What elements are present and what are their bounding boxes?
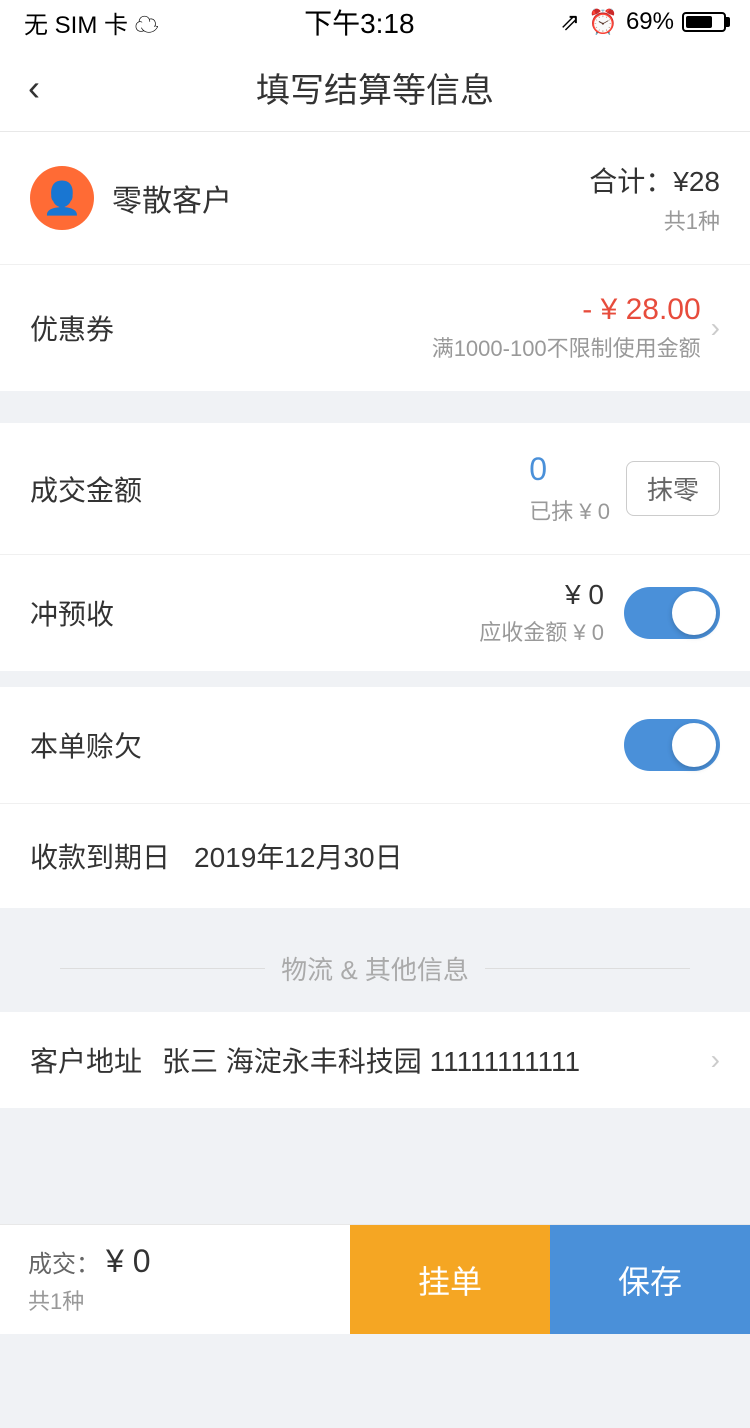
avatar-icon: 👤 xyxy=(42,179,82,217)
sim-label: 无 SIM 卡 ☁ xyxy=(24,5,159,40)
address-label: 客户地址 xyxy=(30,1040,142,1080)
total-count: 共1种 xyxy=(589,204,720,236)
bottom-info: 成交： ¥ 0 共1种 xyxy=(0,1225,350,1334)
debt-row: 本单赊欠 xyxy=(0,687,750,803)
section-divider-1 xyxy=(0,407,750,423)
page-title: 填写结算等信息 xyxy=(256,63,494,112)
coupon-right: - ¥ 28.00 满1000-100不限制使用金额 › xyxy=(432,293,720,363)
customer-row: 👤 零散客户 合计：¥28 共1种 xyxy=(0,132,750,264)
status-time: 下午3:18 xyxy=(304,2,415,42)
amount-row: 成交金额 0 已抹 ¥ 0 抹零 xyxy=(0,423,750,554)
debt-section: 本单赊欠 收款到期日 2019年12月30日 xyxy=(0,687,750,908)
hang-order-button[interactable]: 挂单 xyxy=(350,1225,550,1334)
bottom-count: 共1种 xyxy=(28,1284,322,1316)
coupon-row[interactable]: 优惠券 - ¥ 28.00 满1000-100不限制使用金额 › xyxy=(0,264,750,391)
transaction-sub: 已抹 ¥ 0 xyxy=(529,494,610,526)
prepayment-amounts: ¥ 0 应收金额 ¥ 0 xyxy=(479,579,604,647)
nav-bar: ‹ 填写结算等信息 xyxy=(0,44,750,132)
prepayment-label: 冲预收 xyxy=(30,593,114,633)
avatar: 👤 xyxy=(30,166,94,230)
bottom-bar: 成交： ¥ 0 共1种 挂单 保存 xyxy=(0,1224,750,1334)
round-zero-button[interactable]: 抹零 xyxy=(626,461,720,516)
prepayment-toggle[interactable] xyxy=(624,587,720,639)
address-chevron-icon: › xyxy=(711,1044,720,1076)
customer-left: 👤 零散客户 xyxy=(30,166,232,230)
address-value: 张三 海淀永丰科技园 11111111111 xyxy=(162,1040,711,1080)
bottom-deal-amount: ¥ 0 xyxy=(106,1243,150,1280)
prepayment-row: 冲预收 ¥ 0 应收金额 ¥ 0 xyxy=(0,554,750,671)
section-divider-4 xyxy=(0,996,750,1012)
alarm-icon: ⏰ xyxy=(588,8,618,37)
debt-toggle-knob xyxy=(672,723,716,767)
toggle-knob xyxy=(672,591,716,635)
back-button[interactable]: ‹ xyxy=(28,67,40,109)
chevron-right-icon: › xyxy=(711,312,720,344)
coupon-value: - ¥ 28.00 xyxy=(432,293,701,327)
status-right: ⇗ ⏰ 69% xyxy=(560,8,726,37)
address-row[interactable]: 客户地址 张三 海淀永丰科技园 11111111111 › xyxy=(0,1012,750,1108)
save-button[interactable]: 保存 xyxy=(550,1225,750,1334)
status-left: 无 SIM 卡 ☁ xyxy=(24,5,159,40)
transaction-label: 成交金额 xyxy=(30,469,142,509)
amount-value-wrap: 0 已抹 ¥ 0 抹零 xyxy=(529,451,720,526)
transaction-value: 0 xyxy=(529,451,610,488)
prepayment-value: ¥ 0 xyxy=(479,579,604,611)
transaction-section: 成交金额 0 已抹 ¥ 0 抹零 冲预收 ¥ 0 应收金额 ¥ 0 xyxy=(0,423,750,671)
prepayment-sub: 应收金额 ¥ 0 xyxy=(479,615,604,647)
coupon-label: 优惠券 xyxy=(30,308,114,348)
bottom-deal-label: 成交： xyxy=(28,1244,100,1279)
debt-label: 本单赊欠 xyxy=(30,725,142,765)
customer-card: 👤 零散客户 合计：¥28 共1种 优惠券 - ¥ 28.00 满1000-10… xyxy=(0,132,750,391)
customer-name: 零散客户 xyxy=(112,176,232,220)
prepayment-right: ¥ 0 应收金额 ¥ 0 xyxy=(479,579,720,647)
battery-icon xyxy=(682,12,726,32)
status-bar: 无 SIM 卡 ☁ 下午3:18 ⇗ ⏰ 69% xyxy=(0,0,750,44)
logistics-divider: 物流 & 其他信息 xyxy=(0,940,750,996)
customer-right: 合计：¥28 共1种 xyxy=(589,160,720,236)
debt-toggle[interactable] xyxy=(624,719,720,771)
total-amount: 合计：¥28 xyxy=(589,160,720,200)
logistics-label: 物流 & 其他信息 xyxy=(265,950,485,987)
due-date-label: 收款到期日 xyxy=(30,836,170,876)
due-date-value: 2019年12月30日 xyxy=(194,836,403,876)
location-icon: ⇗ xyxy=(560,8,580,37)
section-divider-2 xyxy=(0,671,750,687)
section-divider-3 xyxy=(0,924,750,940)
coupon-sub: 满1000-100不限制使用金额 xyxy=(432,331,701,363)
battery-pct: 69% xyxy=(626,8,674,36)
due-date-row: 收款到期日 2019年12月30日 xyxy=(0,803,750,908)
